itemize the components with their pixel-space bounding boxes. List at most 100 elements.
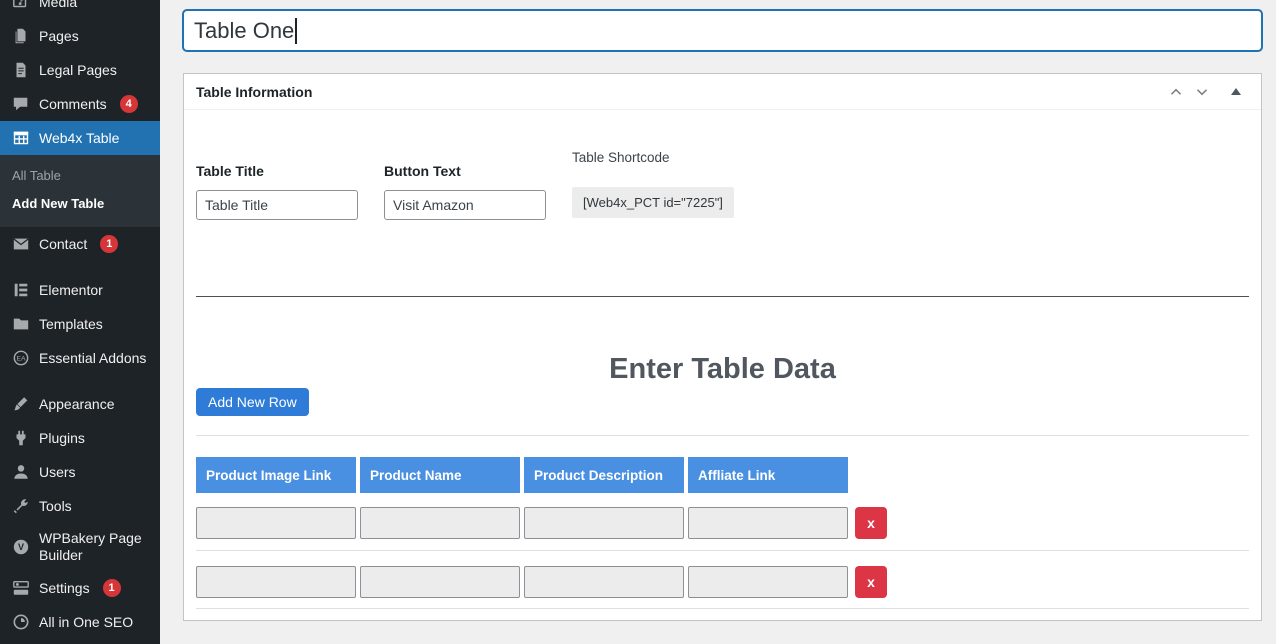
move-panel-down-button[interactable] bbox=[1189, 79, 1215, 105]
toggle-panel-button[interactable] bbox=[1223, 79, 1249, 105]
svg-text:V: V bbox=[18, 542, 24, 552]
sidebar-item-label: Web4x Table bbox=[39, 129, 120, 146]
essential-addons-icon: EA bbox=[12, 349, 30, 367]
shortcode-field: Table Shortcode [Web4x_PCT id="7225"] bbox=[572, 150, 734, 218]
sidebar-item-label: WPBakery Page Builder bbox=[39, 530, 142, 563]
button-text-input[interactable] bbox=[384, 190, 546, 220]
settings-icon bbox=[12, 579, 30, 597]
sidebar-item-appearance[interactable]: Appearance bbox=[0, 387, 160, 421]
web4x-table-submenu: All Table Add New Table bbox=[0, 155, 160, 227]
sidebar-item-tools[interactable]: Tools bbox=[0, 489, 160, 523]
svg-text:EA: EA bbox=[16, 356, 26, 363]
delete-row-button[interactable]: x bbox=[855, 566, 887, 598]
move-panel-up-button[interactable] bbox=[1163, 79, 1189, 105]
sidebar-item-users[interactable]: Users bbox=[0, 455, 160, 489]
table-icon bbox=[12, 129, 30, 147]
sidebar-item-wpbakery[interactable]: V WPBakery Page Builder bbox=[0, 523, 160, 571]
sidebar-item-label: Plugins bbox=[39, 429, 85, 446]
admin-sidebar: Media Pages Legal Pages Comments 4 Web4x… bbox=[0, 0, 160, 644]
sidebar-item-label: Comments bbox=[39, 95, 107, 112]
sidebar-item-label: Elementor bbox=[39, 281, 103, 298]
table-data-heading: Enter Table Data bbox=[609, 353, 836, 385]
sidebar-item-all-in-one-seo[interactable]: All in One SEO bbox=[0, 605, 160, 639]
shortcode-label: Table Shortcode bbox=[572, 150, 670, 165]
sidebar-item-contact[interactable]: Contact 1 bbox=[0, 227, 160, 261]
row1-affliate-link-input[interactable] bbox=[688, 507, 848, 539]
media-icon bbox=[12, 0, 30, 11]
button-text-field: Button Text bbox=[384, 163, 546, 220]
sidebar-item-essential-addons[interactable]: EA Essential Addons bbox=[0, 341, 160, 375]
row-divider bbox=[196, 550, 1249, 551]
appearance-brush-icon bbox=[12, 395, 30, 413]
post-title-input[interactable]: Table One bbox=[183, 10, 1262, 51]
sidebar-subitem-all-table[interactable]: All Table bbox=[0, 162, 160, 190]
table-title-input[interactable] bbox=[196, 190, 358, 220]
column-header-product-name: Product Name bbox=[360, 457, 520, 493]
sidebar-item-plugins[interactable]: Plugins bbox=[0, 421, 160, 455]
sidebar-item-label: Users bbox=[39, 463, 76, 480]
sidebar-item-label: Appearance bbox=[39, 395, 115, 412]
pages-icon bbox=[12, 27, 30, 45]
sidebar-item-pages[interactable]: Pages bbox=[0, 19, 160, 53]
row2-product-name-input[interactable] bbox=[360, 566, 520, 598]
column-header-product-image-link: Product Image Link bbox=[196, 457, 356, 493]
text-caret bbox=[295, 17, 297, 44]
sidebar-item-label: Contact bbox=[39, 235, 88, 252]
section-divider bbox=[196, 296, 1249, 297]
panel-header: Table Information bbox=[184, 74, 1261, 110]
comments-count-badge: 4 bbox=[119, 95, 138, 113]
sidebar-item-legal-pages[interactable]: Legal Pages bbox=[0, 53, 160, 87]
column-header-product-description: Product Description bbox=[524, 457, 684, 493]
comments-icon bbox=[12, 95, 30, 113]
triangle-up-icon bbox=[1231, 88, 1241, 95]
sidebar-item-media[interactable]: Media bbox=[0, 0, 160, 19]
delete-row-button[interactable]: x bbox=[855, 507, 887, 539]
users-icon bbox=[12, 463, 30, 481]
row2-product-image-link-input[interactable] bbox=[196, 566, 356, 598]
settings-fields: Table Title Button Text Table Shortcode … bbox=[196, 150, 1249, 220]
sidebar-item-label: All in One SEO bbox=[39, 613, 134, 630]
chevron-up-icon bbox=[1170, 88, 1182, 95]
sidebar-item-settings[interactable]: Settings 1 bbox=[0, 571, 160, 605]
aioseo-icon bbox=[12, 613, 30, 631]
sidebar-item-label: Legal Pages bbox=[39, 61, 117, 78]
row-divider bbox=[196, 608, 1249, 609]
templates-folder-icon bbox=[12, 315, 30, 333]
tools-wrench-icon bbox=[12, 497, 30, 515]
sidebar-item-label: Templates bbox=[39, 315, 103, 332]
table-title-field: Table Title bbox=[196, 163, 358, 220]
panel-body: Table Title Button Text Table Shortcode … bbox=[184, 150, 1261, 625]
add-new-row-button[interactable]: Add New Row bbox=[196, 388, 309, 416]
table-row: x bbox=[196, 566, 1249, 598]
row2-affliate-link-input[interactable] bbox=[688, 566, 848, 598]
sidebar-item-label: Tools bbox=[39, 497, 72, 514]
elementor-icon bbox=[12, 281, 30, 299]
sidebar-item-label: Pages bbox=[39, 27, 79, 44]
row1-product-name-input[interactable] bbox=[360, 507, 520, 539]
sidebar-subitem-add-new-table[interactable]: Add New Table bbox=[0, 190, 160, 218]
sidebar-item-label: Settings bbox=[39, 579, 90, 596]
sidebar-item-templates[interactable]: Templates bbox=[0, 307, 160, 341]
sidebar-item-comments[interactable]: Comments 4 bbox=[0, 87, 160, 121]
sidebar-item-label: Media bbox=[39, 0, 78, 10]
table-row: x bbox=[196, 507, 1249, 539]
contact-count-badge: 1 bbox=[100, 235, 119, 253]
menu-separator bbox=[0, 375, 160, 387]
row2-product-description-input[interactable] bbox=[524, 566, 684, 598]
chevron-down-icon bbox=[1196, 88, 1208, 95]
sidebar-item-web4x-table[interactable]: Web4x Table bbox=[0, 121, 160, 155]
sidebar-item-elementor[interactable]: Elementor bbox=[0, 273, 160, 307]
sidebar-item-label: Essential Addons bbox=[39, 349, 147, 366]
row1-product-description-input[interactable] bbox=[524, 507, 684, 539]
main-content: Table One Table Information Table Title … bbox=[160, 0, 1276, 644]
button-text-label: Button Text bbox=[384, 163, 461, 179]
row1-product-image-link-input[interactable] bbox=[196, 507, 356, 539]
wpbakery-icon: V bbox=[12, 538, 30, 556]
panel-handle-actions bbox=[1163, 79, 1249, 105]
shortcode-value: [Web4x_PCT id="7225"] bbox=[572, 187, 734, 218]
plugins-icon bbox=[12, 429, 30, 447]
table-header-row: Product Image Link Product Name Product … bbox=[196, 457, 1249, 493]
post-title-text: Table One bbox=[194, 17, 295, 43]
table-title-label: Table Title bbox=[196, 163, 264, 179]
legal-pages-icon bbox=[12, 61, 30, 79]
